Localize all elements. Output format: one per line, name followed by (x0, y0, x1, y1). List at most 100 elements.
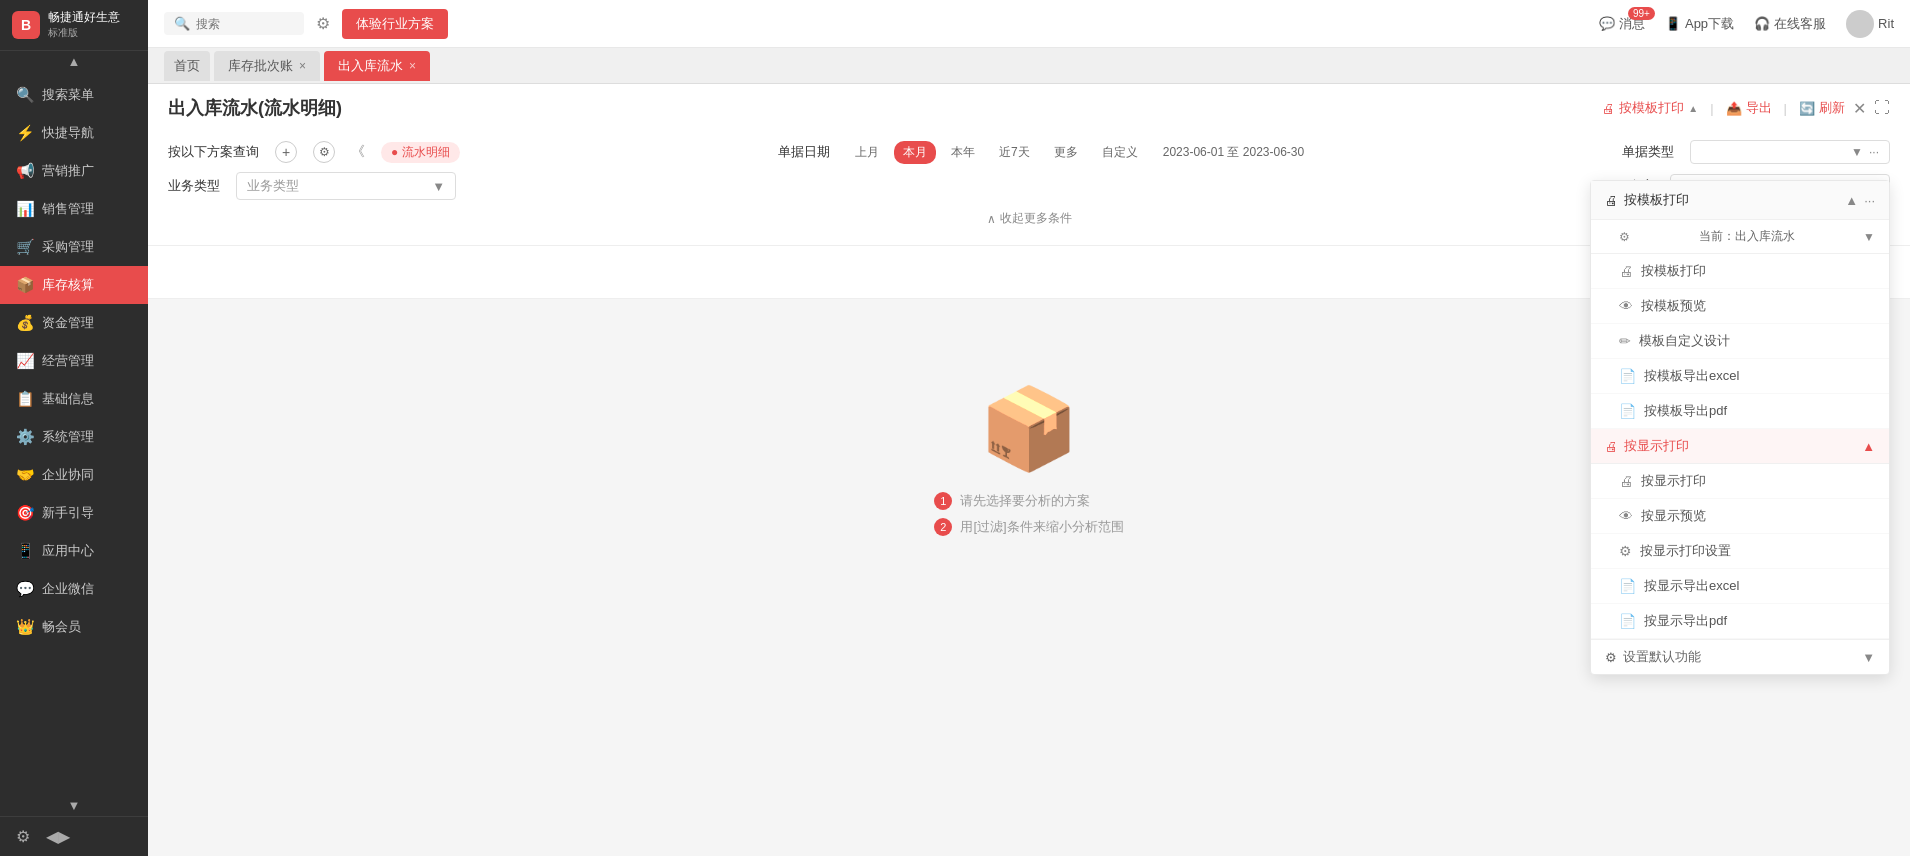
tab-inout-flow-close[interactable]: × (409, 59, 416, 73)
page-content: 出入库流水(流水明细) 🖨 按模板打印 ▲ | 📤 导出 | 🔄 (148, 84, 1910, 856)
current-template-arrow[interactable]: ▼ (1863, 230, 1875, 244)
quick-nav-nav-icon: ⚡ (16, 124, 34, 142)
dropdown-title: 🖨 按模板打印 (1605, 191, 1689, 209)
sidebar-item-cooperation[interactable]: 🤝 企业协同 (0, 456, 148, 494)
tab-batch-account-close[interactable]: × (299, 59, 306, 73)
tab-inout-flow[interactable]: 出入库流水 × (324, 51, 430, 81)
sidebar-item-guide[interactable]: 🎯 新手引导 (0, 494, 148, 532)
dropdown-item-template-pdf[interactable]: 📄 按模板导出pdf (1591, 394, 1889, 429)
settings-icon[interactable]: ⚙ (16, 827, 30, 846)
filter-tag-label: 流水明细 (402, 144, 450, 161)
current-template-label: 当前：出入库流水 (1699, 228, 1795, 245)
dropdown-footer[interactable]: ⚙ 设置默认功能 ▼ (1591, 639, 1889, 674)
display-settings-label: 按显示打印设置 (1640, 542, 1731, 560)
app-subtitle: 标准版 (48, 26, 120, 40)
step-2-text: 用[过滤]条件来缩小分析范围 (960, 518, 1123, 536)
date-last-month[interactable]: 上月 (846, 141, 888, 164)
topbar-gear-icon[interactable]: ⚙ (316, 14, 330, 33)
export-button[interactable]: 📤 导出 (1726, 99, 1772, 117)
dropdown-item-template-preview[interactable]: 👁 按模板预览 (1591, 289, 1889, 324)
topbar-search-box[interactable]: 🔍 (164, 12, 304, 35)
sidebar-scroll-up[interactable]: ▲ (0, 51, 148, 72)
sidebar-item-wechat[interactable]: 💬 企业微信 (0, 570, 148, 608)
window-close-button[interactable]: ✕ (1853, 99, 1866, 118)
sidebar-item-operation[interactable]: 📈 经营管理 (0, 342, 148, 380)
print-template-button[interactable]: 🖨 按模板打印 ▲ (1602, 99, 1698, 117)
date-range-display: 2023-06-01 至 2023-06-30 (1163, 144, 1304, 161)
sidebar-item-purchase[interactable]: 🛒 采购管理 (0, 228, 148, 266)
dropdown-display-section[interactable]: 🖨 按显示打印 ▲ (1591, 429, 1889, 464)
filter-settings-button[interactable]: ⚙ (313, 141, 335, 163)
message-badge: 99+ (1628, 7, 1655, 20)
sidebar-item-system[interactable]: ⚙️ 系统管理 (0, 418, 148, 456)
bill-type-field[interactable]: ▼ ··· (1690, 140, 1890, 164)
template-excel-label: 按模板导出excel (1644, 367, 1739, 385)
collapse-sidebar-icon[interactable]: ◀▶ (46, 827, 70, 846)
dropdown-collapse-arrow[interactable]: ▲ (1845, 193, 1858, 208)
business-type-placeholder: 业务类型 (247, 177, 426, 195)
date-7days[interactable]: 近7天 (990, 141, 1039, 164)
marketing-nav-label: 营销推广 (42, 162, 94, 180)
sidebar-logo: B 畅捷通好生意 标准版 (0, 0, 148, 51)
business-type-select[interactable]: 业务类型 ▼ (236, 172, 456, 200)
trial-button[interactable]: 体验行业方案 (342, 9, 448, 39)
system-nav-label: 系统管理 (42, 428, 94, 446)
message-item[interactable]: 💬 消息 99+ (1599, 15, 1645, 33)
filter-collapse-button[interactable]: 《 (351, 143, 365, 161)
app-download-label: App下载 (1685, 15, 1734, 33)
sidebar-item-inventory[interactable]: 📦 库存核算 (0, 266, 148, 304)
dropdown-item-template-excel[interactable]: 📄 按模板导出excel (1591, 359, 1889, 394)
sidebar-item-sales[interactable]: 📊 销售管理 (0, 190, 148, 228)
quick-nav-nav-label: 快捷导航 (42, 124, 94, 142)
export-icon: 📤 (1726, 101, 1742, 116)
search-icon: 🔍 (174, 16, 190, 31)
dropdown-item-display-print[interactable]: 🖨 按显示打印 (1591, 464, 1889, 499)
dropdown-item-display-excel[interactable]: 📄 按显示导出excel (1591, 569, 1889, 604)
tab-batch-account-label: 库存批次账 (228, 57, 293, 75)
printer-icon: 🖨 (1602, 101, 1615, 116)
filter-add-button[interactable]: + (275, 141, 297, 163)
dropdown-item-template-print[interactable]: 🖨 按模板打印 (1591, 254, 1889, 289)
sidebar-item-vip[interactable]: 👑 畅会员 (0, 608, 148, 646)
filter-active-tag[interactable]: ● 流水明细 (381, 142, 460, 163)
dropdown-item-display-settings[interactable]: ⚙ 按显示打印设置 (1591, 534, 1889, 569)
app-download-item[interactable]: 📱 App下载 (1665, 15, 1734, 33)
tab-inout-flow-label: 出入库流水 (338, 57, 403, 75)
inventory-nav-label: 库存核算 (42, 276, 94, 294)
sidebar-item-app-center[interactable]: 📱 应用中心 (0, 532, 148, 570)
date-current-year[interactable]: 本年 (942, 141, 984, 164)
display-section-arrow[interactable]: ▲ (1862, 439, 1875, 454)
sales-nav-label: 销售管理 (42, 200, 94, 218)
sidebar-item-search[interactable]: 🔍 搜索菜单 (0, 76, 148, 114)
empty-icon: 📦 (979, 382, 1079, 476)
tab-home[interactable]: 首页 (164, 51, 210, 81)
dropdown-item-template-design[interactable]: ✏ 模板自定义设计 (1591, 324, 1889, 359)
sidebar-scroll-down[interactable]: ▼ (0, 795, 148, 816)
search-input[interactable] (196, 17, 276, 31)
display-print-section-label: 按显示打印 (1624, 437, 1689, 455)
search-nav-label: 搜索菜单 (42, 86, 94, 104)
sidebar-item-finance[interactable]: 💰 资金管理 (0, 304, 148, 342)
bill-type-more[interactable]: ··· (1869, 145, 1879, 159)
refresh-icon: 🔄 (1799, 101, 1815, 116)
customer-service-item[interactable]: 🎧 在线客服 (1754, 15, 1826, 33)
window-expand-button[interactable]: ⛶ (1874, 99, 1890, 117)
sidebar-item-marketing[interactable]: 📢 营销推广 (0, 152, 148, 190)
page-actions: 🖨 按模板打印 ▲ | 📤 导出 | 🔄 刷新 (1602, 99, 1845, 117)
date-more[interactable]: 更多 (1045, 141, 1087, 164)
dropdown-item-display-pdf[interactable]: 📄 按显示导出pdf (1591, 604, 1889, 639)
dropdown-more-icon[interactable]: ··· (1864, 193, 1875, 208)
template-print-icon: 🖨 (1619, 263, 1633, 279)
footer-arrow-icon[interactable]: ▼ (1862, 650, 1875, 665)
sidebar-item-basic[interactable]: 📋 基础信息 (0, 380, 148, 418)
user-avatar-item[interactable]: Rit (1846, 10, 1894, 38)
print-dropdown-arrow[interactable]: ▲ (1688, 103, 1698, 114)
date-current-month[interactable]: 本月 (894, 141, 936, 164)
date-custom[interactable]: 自定义 (1093, 141, 1147, 164)
page-title: 出入库流水(流水明细) (168, 96, 342, 120)
refresh-button[interactable]: 🔄 刷新 (1799, 99, 1845, 117)
operation-nav-label: 经营管理 (42, 352, 94, 370)
sidebar-item-quick-nav[interactable]: ⚡ 快捷导航 (0, 114, 148, 152)
tab-batch-account[interactable]: 库存批次账 × (214, 51, 320, 81)
dropdown-item-display-preview[interactable]: 👁 按显示预览 (1591, 499, 1889, 534)
